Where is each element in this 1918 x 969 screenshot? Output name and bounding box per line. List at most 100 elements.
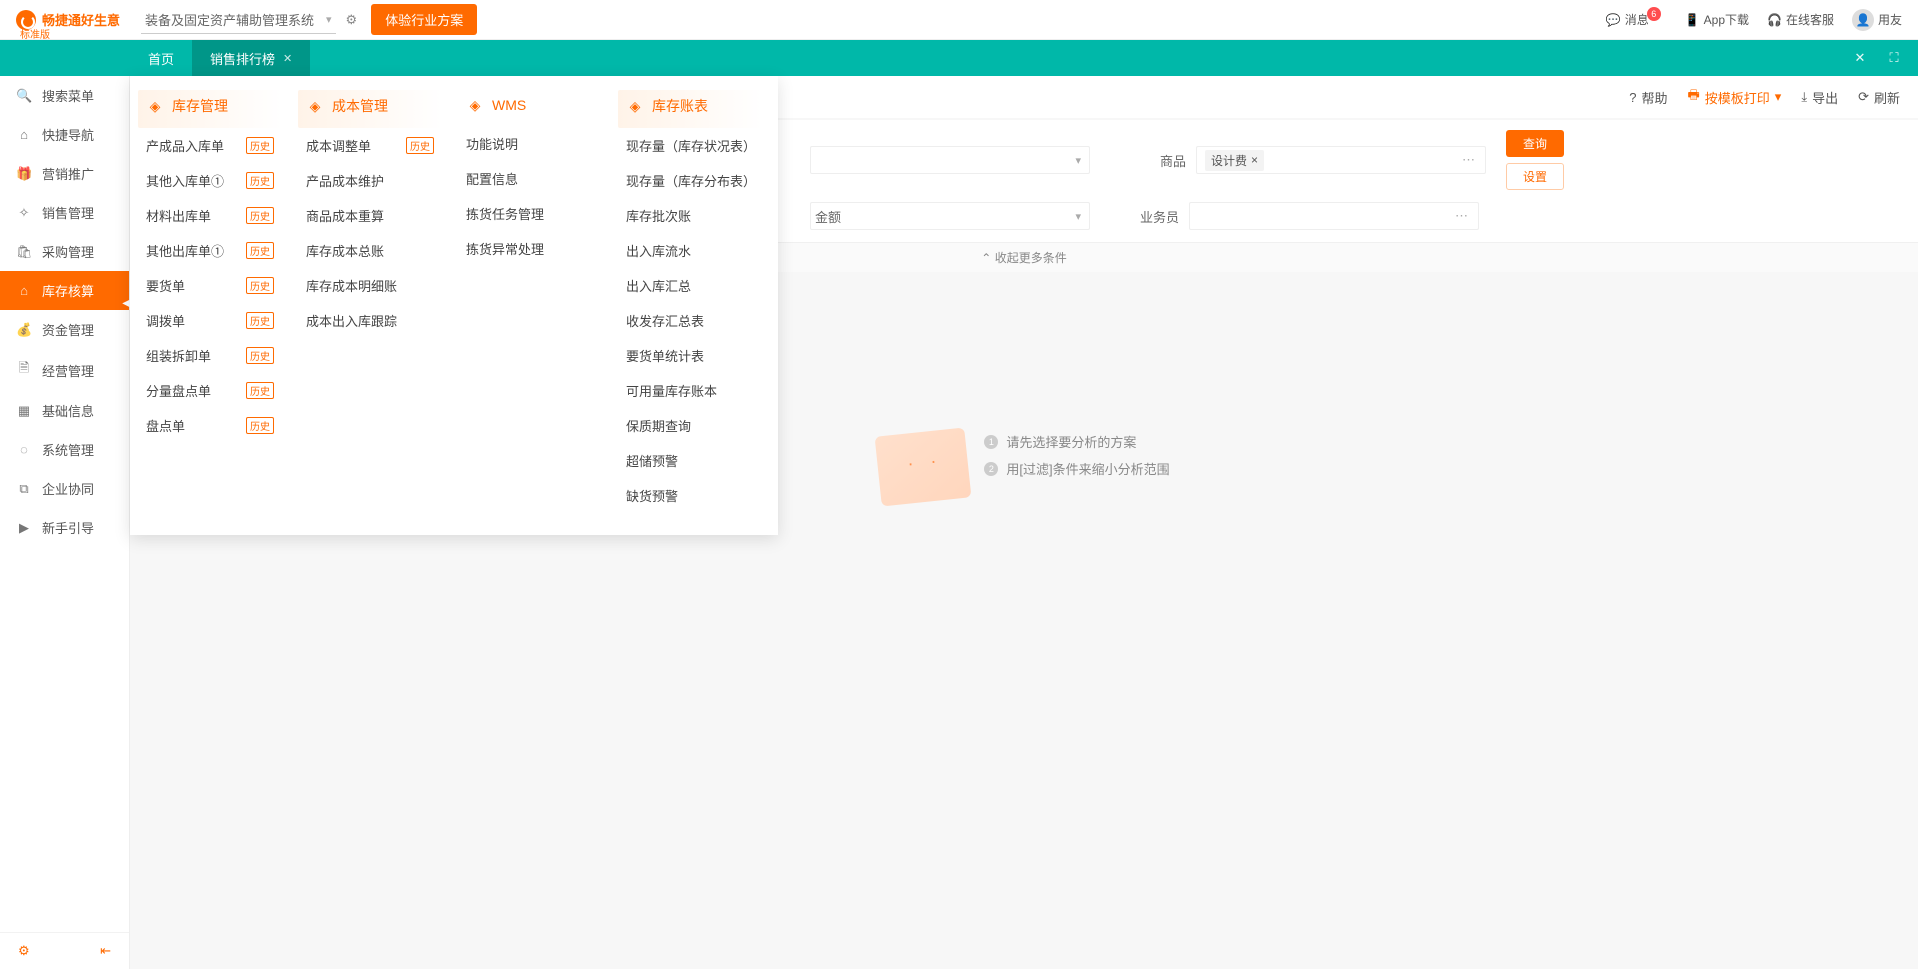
megamenu-item[interactable]: 可用量库存账本 (618, 373, 762, 408)
megamenu-item[interactable]: 调拨单历史 (138, 303, 282, 338)
refresh-icon: ⟳ (1858, 89, 1869, 105)
user-name: 用友 (1878, 11, 1902, 28)
user-menu[interactable]: 👤 用友 (1852, 9, 1902, 31)
messages-link[interactable]: 💬 消息 6 (1606, 11, 1667, 28)
phone-icon: 📱 (1685, 13, 1700, 27)
tabs-bar: 首页 销售排行榜 ✕ ✕ ⛶ (0, 40, 1918, 76)
megamenu-item[interactable]: 商品成本重算 (298, 198, 442, 233)
megamenu-item[interactable]: 要货单统计表 (618, 338, 762, 373)
sidebar-expand-icon[interactable]: ◀ (122, 298, 130, 309)
megamenu-item[interactable]: 库存成本明细账 (298, 268, 442, 303)
sidebar-item-label: 库存核算 (42, 281, 94, 300)
sidebar: 🔍搜索菜单⌂快捷导航🎁营销推广✧销售管理🛍采购管理 ⌂ 库存核算 💰资金管理🗎经营管理… (0, 76, 130, 969)
sidebar-item-coop[interactable]: ⧉企业协同 (0, 469, 129, 508)
amount-select-2[interactable]: 金额 ▾ (810, 202, 1090, 230)
megamenu-item[interactable]: 库存成本总账 (298, 233, 442, 268)
chevron-down-icon: ▾ (1075, 210, 1081, 223)
settings-icon[interactable]: ⚙ (18, 943, 30, 959)
close-icon[interactable]: ✕ (283, 52, 292, 65)
history-tag[interactable]: 历史 (246, 172, 274, 189)
logo-area[interactable]: 畅捷通好生意 标准版 (16, 10, 131, 30)
sidebar-item-inventory[interactable]: ⌂ 库存核算 (0, 271, 129, 310)
megamenu-item[interactable]: 保质期查询 (618, 408, 762, 443)
megamenu-item[interactable]: 其他出库单①历史 (138, 233, 282, 268)
history-tag[interactable]: 历史 (246, 382, 274, 399)
megamenu-item[interactable]: 材料出库单历史 (138, 198, 282, 233)
history-tag[interactable]: 历史 (246, 277, 274, 294)
history-tag[interactable]: 历史 (406, 137, 434, 154)
tab-close-all-icon[interactable]: ✕ (1848, 46, 1872, 70)
product-tag[interactable]: 设计费 × (1205, 150, 1264, 171)
megamenu-item[interactable]: 盘点单历史 (138, 408, 282, 443)
print-template-button[interactable]: 🖶 按模板打印 ▾ (1687, 86, 1781, 108)
sidebar-item-sales[interactable]: ✧销售管理 (0, 193, 129, 232)
header-right: 💬 消息 6 📱 App下载 🎧 在线客服 👤 用友 (1606, 9, 1902, 31)
megamenu-item[interactable]: 拣货异常处理 (458, 231, 602, 266)
tag-remove-icon[interactable]: × (1251, 153, 1258, 167)
history-tag[interactable]: 历史 (246, 347, 274, 364)
sidebar-item-quicknav[interactable]: ⌂快捷导航 (0, 115, 129, 154)
megamenu-item[interactable]: 超储预警 (618, 443, 762, 478)
app-download-link[interactable]: 📱 App下载 (1685, 11, 1749, 28)
coop-icon: ⧉ (16, 481, 32, 497)
megamenu-item[interactable]: 现存量（库存状况表） (618, 128, 762, 163)
tab-home[interactable]: 首页 (130, 40, 192, 76)
sidebar-item-operation[interactable]: 🗎经营管理 (0, 349, 129, 391)
sidebar-item-search[interactable]: 🔍搜索菜单 (0, 76, 129, 115)
tab-sales-rank[interactable]: 销售排行榜 ✕ (192, 40, 310, 76)
megamenu-item[interactable]: 功能说明 (458, 126, 602, 161)
megamenu-item[interactable]: 现存量（库存分布表） (618, 163, 762, 198)
megamenu-item[interactable]: 产品成本维护 (298, 163, 442, 198)
sidebar-item-marketing[interactable]: 🎁营销推广 (0, 154, 129, 193)
megamenu-item[interactable]: 拣货任务管理 (458, 196, 602, 231)
gear-icon[interactable]: ⚙ (346, 12, 358, 28)
megamenu-item[interactable]: 组装拆卸单历史 (138, 338, 282, 373)
messages-label: 消息 (1625, 11, 1649, 28)
sidebar-item-system[interactable]: ◌系统管理 (0, 430, 129, 469)
sidebar-item-label: 资金管理 (42, 320, 94, 339)
product-input[interactable]: 设计费 × ⋯ (1196, 146, 1486, 174)
empty-step-1: 1请先选择要分析的方案 (984, 432, 1169, 451)
settings-button[interactable]: 设置 (1506, 163, 1564, 190)
query-button[interactable]: 查询 (1506, 130, 1564, 157)
salesperson-input[interactable]: ⋯ (1189, 202, 1479, 230)
inventory-icon: ⌂ (16, 283, 32, 298)
guide-icon: ▶ (16, 520, 32, 536)
megamenu-item[interactable]: 要货单历史 (138, 268, 282, 303)
megamenu-item[interactable]: 成本调整单历史 (298, 128, 442, 163)
more-icon[interactable]: ⋯ (1455, 208, 1470, 224)
megamenu-item[interactable]: 产成品入库单历史 (138, 128, 282, 163)
sidebar-item-fund[interactable]: 💰资金管理 (0, 310, 129, 349)
megamenu-item[interactable]: 出入库汇总 (618, 268, 762, 303)
megamenu-item[interactable]: 配置信息 (458, 161, 602, 196)
system-selector[interactable]: 装备及固定资产辅助管理系统 ▾ (141, 6, 336, 34)
sidebar-item-basic[interactable]: ▦基础信息 (0, 391, 129, 430)
sidebar-item-guide[interactable]: ▶新手引导 (0, 508, 129, 547)
history-tag[interactable]: 历史 (246, 242, 274, 259)
collapse-sidebar-icon[interactable]: ⇤ (100, 943, 111, 959)
online-service-link[interactable]: 🎧 在线客服 (1767, 11, 1834, 28)
help-button[interactable]: ? 帮助 (1629, 88, 1667, 107)
history-tag[interactable]: 历史 (246, 207, 274, 224)
history-tag[interactable]: 历史 (246, 312, 274, 329)
amount-select[interactable]: ▾ (810, 146, 1090, 174)
messages-badge: 6 (1647, 7, 1661, 21)
sidebar-item-label: 销售管理 (42, 203, 94, 222)
fullscreen-icon[interactable]: ⛶ (1882, 46, 1906, 70)
brand-name: 畅捷通好生意 (42, 10, 120, 29)
experience-button[interactable]: 体验行业方案 (371, 4, 477, 35)
megamenu-item[interactable]: 出入库流水 (618, 233, 762, 268)
history-tag[interactable]: 历史 (246, 417, 274, 434)
export-button[interactable]: ⤓ 导出 (1801, 88, 1838, 107)
more-icon[interactable]: ⋯ (1462, 152, 1477, 168)
megamenu-item[interactable]: 分量盘点单历史 (138, 373, 282, 408)
refresh-button[interactable]: ⟳ 刷新 (1858, 88, 1900, 107)
history-tag[interactable]: 历史 (246, 137, 274, 154)
megamenu-item[interactable]: 库存批次账 (618, 198, 762, 233)
megamenu-item[interactable]: 收发存汇总表 (618, 303, 762, 338)
sidebar-item-label: 采购管理 (42, 242, 94, 261)
megamenu-item[interactable]: 其他入库单①历史 (138, 163, 282, 198)
megamenu-item[interactable]: 成本出入库跟踪 (298, 303, 442, 338)
sidebar-item-purchase[interactable]: 🛍采购管理 (0, 232, 129, 271)
megamenu-item[interactable]: 缺货预警 (618, 478, 762, 513)
